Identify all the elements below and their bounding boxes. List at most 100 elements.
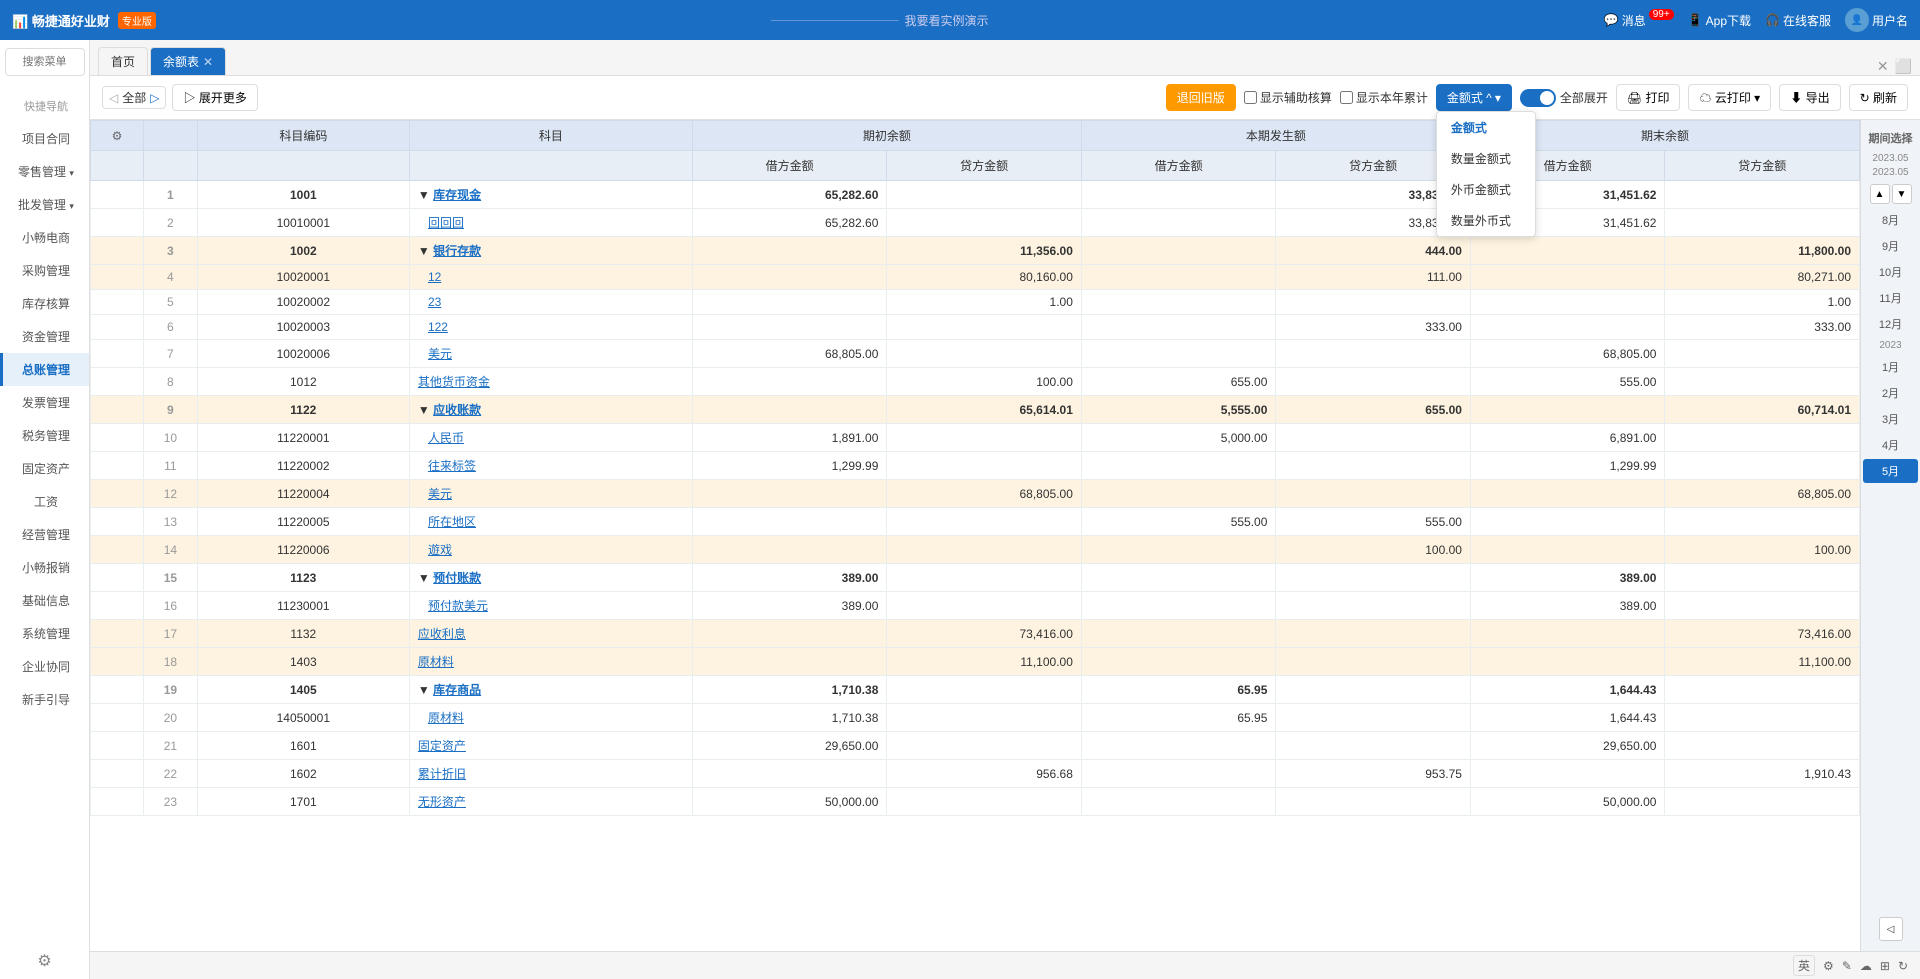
sidebar-item-purchase[interactable]: 采购管理 (0, 254, 89, 287)
grid-icon[interactable]: ⊞ (1880, 959, 1890, 973)
sidebar-item-quick-nav[interactable]: 快捷导航 (0, 90, 89, 122)
row-subject[interactable]: 12 (409, 265, 692, 290)
row-subject[interactable]: 遊戏 (409, 536, 692, 564)
column-settings-icon[interactable]: ⚙ (112, 129, 123, 143)
top-bar-left: 📊 畅捷通好业财 专业版 (12, 11, 156, 30)
row-subject[interactable]: 应收利息 (409, 620, 692, 648)
window-close-btn[interactable]: ✕ (1877, 58, 1889, 75)
refresh-bottom-icon[interactable]: ↻ (1898, 959, 1908, 973)
tab-close-icon[interactable]: ✕ (203, 55, 213, 69)
checkbox-year[interactable]: 显示本年累计 (1340, 89, 1428, 106)
row-subject[interactable]: ▼ 预付账款 (409, 564, 692, 592)
row-subject[interactable]: 美元 (409, 480, 692, 508)
tab-balance[interactable]: 余额表 ✕ (150, 47, 226, 75)
period-prev-btn[interactable]: ▲ (1870, 184, 1890, 204)
period-collapse-btn[interactable]: ◁ (1879, 917, 1903, 941)
settings-bottom-icon[interactable]: ⚙ (1823, 959, 1834, 973)
format-option-qty-amount[interactable]: 数量金额式 (1437, 143, 1535, 174)
sidebar-item-retail[interactable]: 零售管理 ▾ (0, 155, 89, 188)
format-option-qty-foreign[interactable]: 数量外币式 (1437, 205, 1535, 236)
toggle-track[interactable] (1520, 89, 1556, 107)
sidebar-item-tax[interactable]: 税务管理 (0, 419, 89, 452)
tab-home[interactable]: 首页 (98, 47, 148, 75)
cloud-bottom-icon[interactable]: ☁ (1860, 959, 1872, 973)
period-month-1[interactable]: 1月 (1863, 355, 1918, 379)
row-subject[interactable]: 无形资产 (409, 788, 692, 816)
print-btn[interactable]: 🖨 打印 (1616, 84, 1681, 111)
arrow-right-icon[interactable]: ▷ (150, 91, 159, 105)
edit-icon[interactable]: ✎ (1842, 959, 1852, 973)
period-month-11[interactable]: 11月 (1863, 286, 1918, 310)
sidebar-item-fixed-assets[interactable]: 固定资产 (0, 452, 89, 485)
row-subject[interactable]: 固定资产 (409, 732, 692, 760)
row-num: 11 (144, 452, 198, 480)
row-ob-debit (692, 265, 887, 290)
messages-btn[interactable]: 💬 消息 99+ (1604, 12, 1674, 29)
row-subject[interactable]: 人民币 (409, 424, 692, 452)
row-subject[interactable]: 累计折旧 (409, 760, 692, 788)
row-subject[interactable]: ▼ 银行存款 (409, 237, 692, 265)
row-subject[interactable]: 回回回 (409, 209, 692, 237)
arrow-left-icon[interactable]: ◁ (109, 91, 118, 105)
row-subject[interactable]: ▼ 库存现金 (409, 181, 692, 209)
row-subject[interactable]: 原材料 (409, 648, 692, 676)
refresh-btn[interactable]: ↻ 刷新 (1849, 84, 1908, 111)
row-subject[interactable]: 往来标签 (409, 452, 692, 480)
expand-toggle[interactable]: 全部展开 (1520, 89, 1608, 107)
sidebar-item-operations[interactable]: 经营管理 (0, 518, 89, 551)
window-max-btn[interactable]: ⬜ (1895, 58, 1912, 75)
export-btn[interactable]: ⬇ 导出 (1779, 84, 1840, 111)
demo-link[interactable]: 我要看实例演示 (905, 12, 989, 29)
row-cb-debit: 389.00 (1470, 564, 1665, 592)
period-month-2[interactable]: 2月 (1863, 381, 1918, 405)
period-month-4[interactable]: 4月 (1863, 433, 1918, 457)
expand-more-btn[interactable]: ▷ 展开更多 (172, 84, 257, 111)
return-old-btn[interactable]: 退回旧版 (1166, 84, 1236, 111)
period-month-12[interactable]: 12月 (1863, 312, 1918, 336)
period-month-3[interactable]: 3月 (1863, 407, 1918, 431)
sidebar-item-guide[interactable]: 新手引导 (0, 683, 89, 716)
format-option-foreign-amount[interactable]: 外币金额式 (1437, 174, 1535, 205)
period-month-10[interactable]: 10月 (1863, 260, 1918, 284)
sidebar-item-inventory[interactable]: 库存核算 (0, 287, 89, 320)
user-avatar[interactable]: 👤 用户名 (1845, 8, 1908, 32)
format-dropdown-btn[interactable]: 金额式 ^ ▾ (1436, 84, 1512, 111)
row-settings (91, 237, 144, 265)
settings-icon[interactable]: ⚙ (37, 953, 51, 970)
sidebar-item-ecommerce[interactable]: 小畅电商 (0, 221, 89, 254)
sidebar-item-invoice[interactable]: 发票管理 (0, 386, 89, 419)
sidebar-item-ledger[interactable]: 总账管理 (0, 353, 89, 386)
sidebar-item-payroll[interactable]: 工资 (0, 485, 89, 518)
sidebar-item-wholesale[interactable]: 批发管理 ▾ (0, 188, 89, 221)
auxiliary-checkbox[interactable] (1244, 91, 1257, 104)
lang-btn[interactable]: 英 (1793, 955, 1815, 976)
sidebar-item-capital[interactable]: 资金管理 (0, 320, 89, 353)
row-subject[interactable]: 23 (409, 290, 692, 315)
online-service-btn[interactable]: 🎧 在线客服 (1765, 12, 1831, 29)
row-subject[interactable]: 原材料 (409, 704, 692, 732)
row-subject[interactable]: ▼ 应收账款 (409, 396, 692, 424)
period-month-5[interactable]: 5月 (1863, 459, 1918, 483)
year-checkbox[interactable] (1340, 91, 1353, 104)
row-subject[interactable]: 所在地区 (409, 508, 692, 536)
search-input[interactable] (5, 48, 85, 76)
row-subject[interactable]: ▼ 库存商品 (409, 676, 692, 704)
sidebar-item-project[interactable]: 项目合同 (0, 122, 89, 155)
sidebar-item-expense[interactable]: 小畅报销 (0, 551, 89, 584)
row-subject[interactable]: 美元 (409, 340, 692, 368)
row-subject[interactable]: 预付款美元 (409, 592, 692, 620)
period-next-btn[interactable]: ▼ (1892, 184, 1912, 204)
period-month-8[interactable]: 8月 (1863, 208, 1918, 232)
cloud-print-btn[interactable]: ☁ 云打印 ▾ (1688, 84, 1771, 111)
row-subject[interactable]: 122 (409, 315, 692, 340)
row-cp-credit (1276, 592, 1471, 620)
app-download-btn[interactable]: 📱 App下载 (1688, 12, 1751, 29)
sidebar-item-collab[interactable]: 企业协同 (0, 650, 89, 683)
period-month-9[interactable]: 9月 (1863, 234, 1918, 258)
checkbox-auxiliary[interactable]: 显示辅助核算 (1244, 89, 1332, 106)
sidebar-item-basic-info[interactable]: 基础信息 (0, 584, 89, 617)
sidebar-item-system[interactable]: 系统管理 (0, 617, 89, 650)
row-cb-credit (1665, 508, 1860, 536)
row-subject[interactable]: 其他货币资金 (409, 368, 692, 396)
format-option-amount[interactable]: 金额式 (1437, 112, 1535, 143)
